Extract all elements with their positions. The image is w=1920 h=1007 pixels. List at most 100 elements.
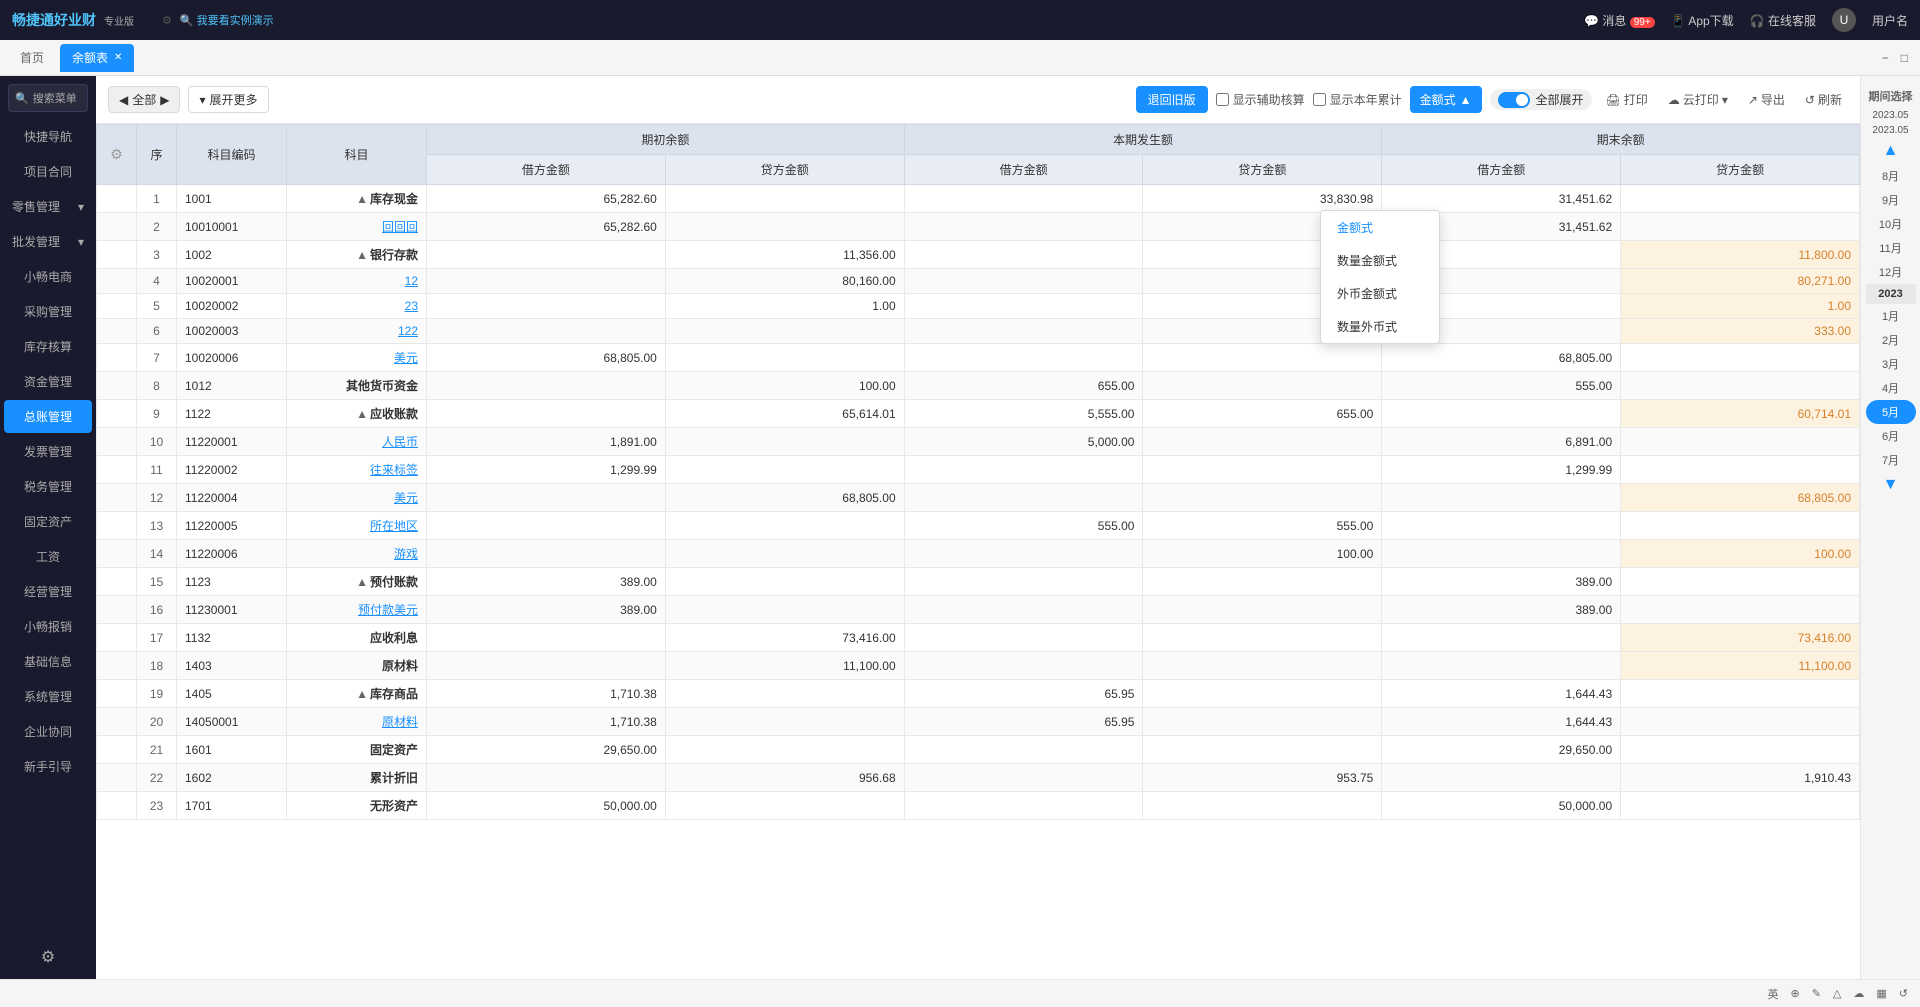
- user-avatar[interactable]: U: [1832, 8, 1856, 32]
- sidebar-item-inventory[interactable]: 库存核算: [4, 330, 92, 363]
- sidebar-item-project[interactable]: 项目合同: [4, 155, 92, 188]
- row-open-credit-17: 11,100.00: [665, 652, 904, 680]
- expand-all-toggle[interactable]: 全部展开: [1490, 89, 1592, 110]
- row-name-6[interactable]: 美元: [287, 344, 427, 372]
- toggle-switch[interactable]: [1498, 92, 1530, 108]
- cloud-print-button[interactable]: ☁ 云打印 ▾: [1662, 87, 1734, 112]
- search-menu-input[interactable]: 🔍 搜索菜单: [8, 84, 88, 112]
- sidebar-item-invoice[interactable]: 发票管理: [4, 435, 92, 468]
- sidebar-item-salary[interactable]: 工资: [4, 540, 92, 573]
- row-name-4[interactable]: 23: [287, 294, 427, 319]
- row-setting-15: [97, 596, 137, 624]
- row-name-15[interactable]: 预付款美元: [287, 596, 427, 624]
- format-option-qty-amount[interactable]: 数量金额式: [1321, 244, 1439, 277]
- status-cloud[interactable]: △: [1833, 987, 1841, 1000]
- month-10[interactable]: 10月: [1866, 212, 1916, 236]
- message-btn[interactable]: 💬 消息 99+: [1584, 12, 1655, 29]
- sidebar-item-coop[interactable]: 企业协同: [4, 715, 92, 748]
- row-name-12[interactable]: 所在地区: [287, 512, 427, 540]
- table-row: 22 1602 累计折旧 956.68 953.75 1,910.43: [97, 764, 1860, 792]
- year-2023[interactable]: 2023: [1866, 284, 1916, 304]
- month-7[interactable]: 7月: [1866, 448, 1916, 472]
- period-down-arrow[interactable]: ▼: [1879, 472, 1903, 498]
- export-button[interactable]: ↗ 导出: [1742, 87, 1791, 112]
- sidebar-item-ecommerce[interactable]: 小畅电商: [4, 260, 92, 293]
- sidebar-item-operations[interactable]: 经营管理: [4, 575, 92, 608]
- month-9[interactable]: 9月: [1866, 188, 1916, 212]
- month-2[interactable]: 2月: [1866, 328, 1916, 352]
- month-12[interactable]: 12月: [1866, 260, 1916, 284]
- sidebar-item-retail[interactable]: 零售管理▾: [4, 190, 92, 223]
- row-close-credit-15: [1621, 596, 1860, 624]
- format-option-foreign-amount[interactable]: 外币金额式: [1321, 277, 1439, 310]
- minimize-btn[interactable]: −: [1878, 51, 1893, 65]
- month-1[interactable]: 1月: [1866, 304, 1916, 328]
- status-lang[interactable]: 英: [1767, 986, 1778, 1002]
- status-grid[interactable]: ▦: [1876, 987, 1886, 1000]
- month-6[interactable]: 6月: [1866, 424, 1916, 448]
- sidebar-item-basic[interactable]: 基础信息: [4, 645, 92, 678]
- row-name-19[interactable]: 原材料: [287, 708, 427, 736]
- sidebar-item-wholesale[interactable]: 批发管理▾: [4, 225, 92, 258]
- row-name-11[interactable]: 美元: [287, 484, 427, 512]
- row-curr-debit-8: 5,555.00: [904, 400, 1143, 428]
- status-edit[interactable]: ✎: [1812, 987, 1821, 1000]
- row-name-3[interactable]: 12: [287, 269, 427, 294]
- table-row: 8 1012 其他货币资金 100.00 655.00 555.00: [97, 372, 1860, 400]
- row-close-debit-13: [1382, 540, 1621, 568]
- format-button[interactable]: 金额式 ▲: [1410, 86, 1482, 113]
- format-option-amount[interactable]: 金额式: [1321, 211, 1439, 244]
- row-curr-credit-14: [1143, 568, 1382, 596]
- settings-icon[interactable]: ⚙: [162, 14, 172, 27]
- column-setting-header[interactable]: ⚙: [97, 125, 137, 185]
- sidebar-item-purchase[interactable]: 采购管理: [4, 295, 92, 328]
- row-close-credit-16: 73,416.00: [1621, 624, 1860, 652]
- row-name-9[interactable]: 人民币: [287, 428, 427, 456]
- sidebar-item-funds[interactable]: 资金管理: [4, 365, 92, 398]
- sidebar-item-system[interactable]: 系统管理: [4, 680, 92, 713]
- demo-link[interactable]: 🔍 我要看实例演示: [180, 12, 274, 28]
- month-11[interactable]: 11月: [1866, 236, 1916, 260]
- all-button[interactable]: ◀ 全部 ▶: [108, 86, 180, 113]
- show-annual-checkbox[interactable]: 显示本年累计: [1313, 91, 1402, 108]
- app-download-btn[interactable]: 📱 App下载: [1671, 12, 1734, 29]
- period-up-arrow[interactable]: ▲: [1879, 138, 1903, 164]
- month-4[interactable]: 4月: [1866, 376, 1916, 400]
- annual-checkbox-input[interactable]: [1313, 93, 1326, 106]
- sidebar-item-tax[interactable]: 税务管理: [4, 470, 92, 503]
- row-name-5[interactable]: 122: [287, 319, 427, 344]
- row-curr-debit-15: [904, 596, 1143, 624]
- tab-home[interactable]: 首页: [8, 44, 56, 72]
- return-old-version-button[interactable]: 退回旧版: [1136, 86, 1208, 113]
- status-sync[interactable]: ☁: [1853, 987, 1864, 1000]
- show-auxiliary-checkbox[interactable]: 显示辅助核算: [1216, 91, 1305, 108]
- row-name-1[interactable]: 回回回: [287, 213, 427, 241]
- auxiliary-checkbox-input[interactable]: [1216, 93, 1229, 106]
- sidebar-item-guide[interactable]: 新手引导: [4, 750, 92, 783]
- sidebar-item-ledger[interactable]: 总账管理: [4, 400, 92, 433]
- row-curr-credit-20: [1143, 736, 1382, 764]
- table-row: 12 11220004 美元 68,805.00 68,805.00: [97, 484, 1860, 512]
- row-name-13[interactable]: 游戏: [287, 540, 427, 568]
- online-service-btn[interactable]: 🎧 在线客服: [1750, 12, 1816, 29]
- print-button[interactable]: 🖨 打印: [1600, 87, 1654, 112]
- sidebar-item-expense[interactable]: 小畅报销: [4, 610, 92, 643]
- month-3[interactable]: 3月: [1866, 352, 1916, 376]
- settings-gear-icon[interactable]: ⚙: [41, 949, 55, 966]
- refresh-button[interactable]: ↺ 刷新: [1799, 87, 1848, 112]
- row-close-credit-1: [1621, 213, 1860, 241]
- month-8[interactable]: 8月: [1866, 164, 1916, 188]
- maximize-btn[interactable]: □: [1897, 51, 1912, 65]
- row-close-debit-12: [1382, 512, 1621, 540]
- sidebar-item-quicknav[interactable]: 快捷导航: [4, 120, 92, 153]
- expand-more-button[interactable]: ▾ 展开更多: [188, 86, 268, 113]
- status-refresh[interactable]: ↺: [1899, 987, 1908, 1000]
- sidebar-item-assets[interactable]: 固定资产: [4, 505, 92, 538]
- row-name-10[interactable]: 往来标签: [287, 456, 427, 484]
- row-open-credit-14: [665, 568, 904, 596]
- tab-close-icon[interactable]: ✕: [114, 52, 122, 63]
- format-option-qty-foreign[interactable]: 数量外币式: [1321, 310, 1439, 343]
- status-add[interactable]: ⊕: [1790, 987, 1799, 1000]
- month-5[interactable]: 5月: [1866, 400, 1916, 424]
- tab-balance[interactable]: 余额表 ✕: [60, 44, 134, 72]
